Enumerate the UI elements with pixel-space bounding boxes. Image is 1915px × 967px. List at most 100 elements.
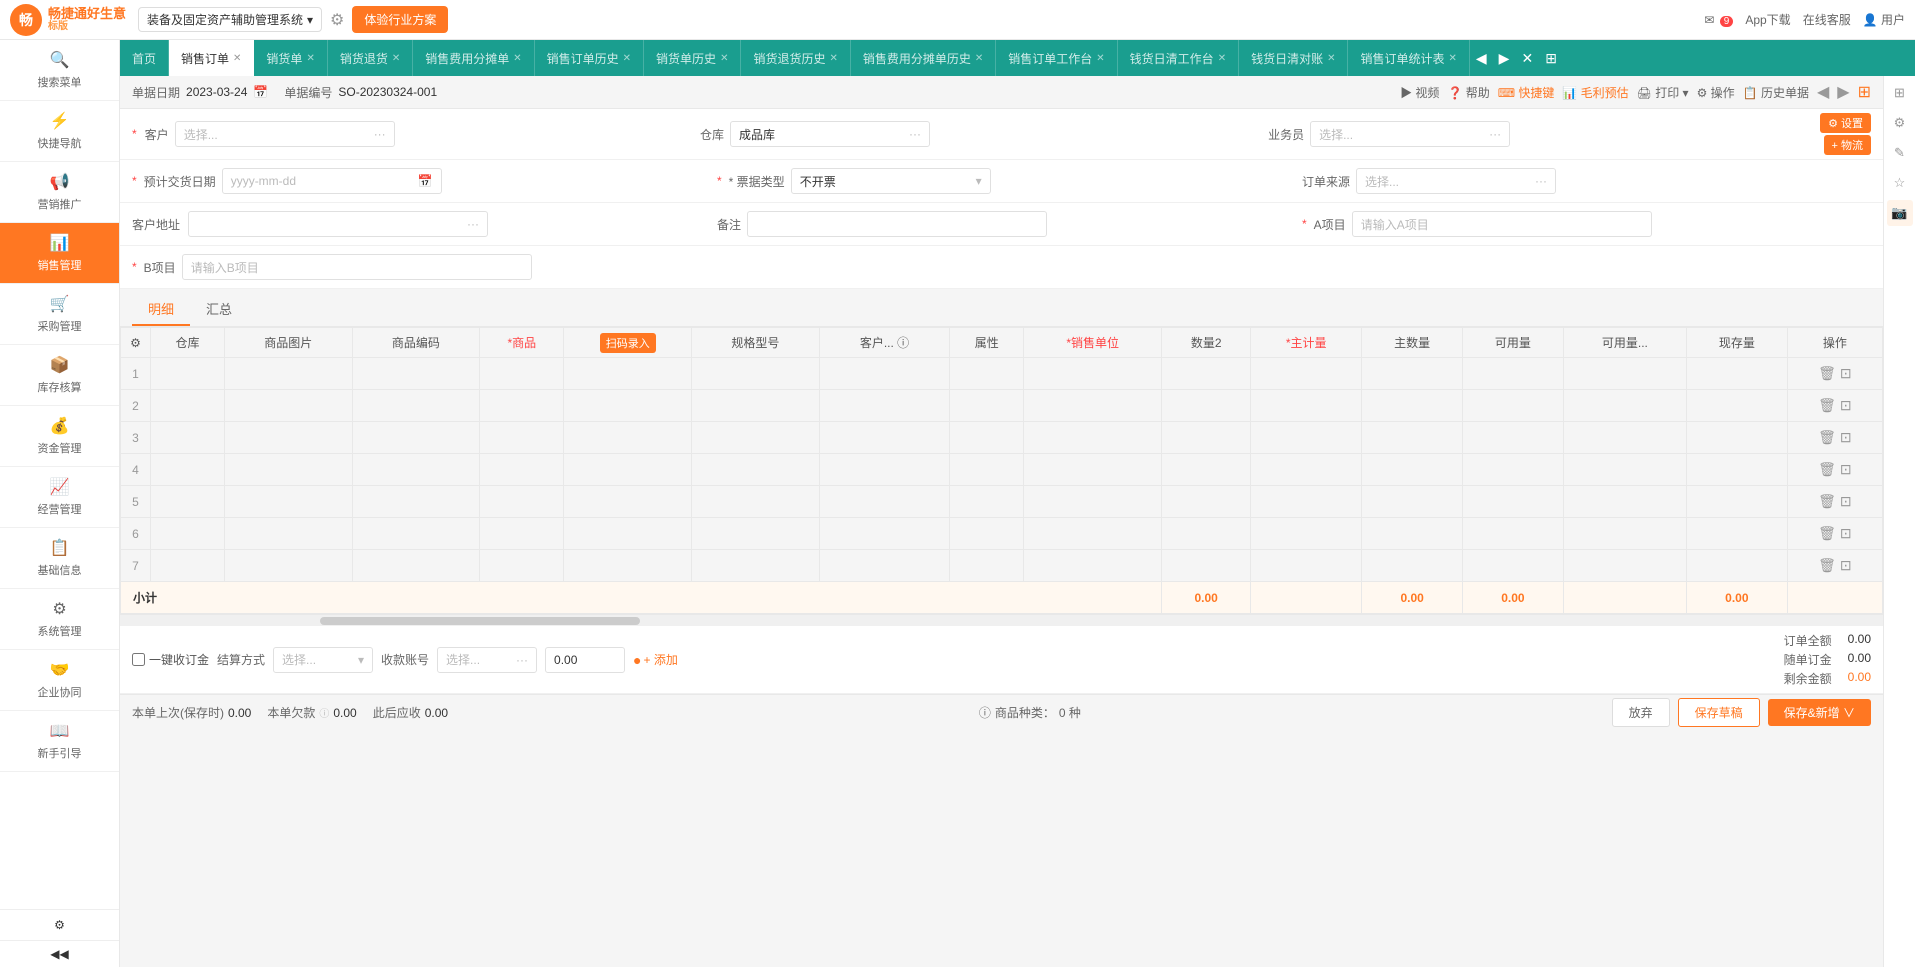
video-help-btn[interactable]: ▶ 视频 bbox=[1400, 84, 1439, 101]
sidebar-item-enterprise[interactable]: 🤝 企业协同 bbox=[0, 650, 119, 711]
view-toggle-expand[interactable]: ⊞ bbox=[1858, 82, 1871, 102]
tab-close-sales-return[interactable]: ✕ bbox=[392, 53, 400, 64]
payment-amount[interactable]: 0.00 bbox=[545, 647, 625, 673]
scan-btn[interactable]: 扫码录入 bbox=[600, 333, 656, 353]
number-value[interactable]: SO-20230324-001 bbox=[338, 85, 437, 99]
customer-address-input[interactable]: ··· bbox=[188, 211, 488, 237]
history-btn[interactable]: 📋 历史单据 bbox=[1743, 84, 1809, 101]
tab-close-workbench[interactable]: ✕ bbox=[1096, 53, 1104, 64]
order-source-input[interactable]: 选择... ··· bbox=[1356, 168, 1556, 194]
sidebar-item-finance[interactable]: 💰 资金管理 bbox=[0, 406, 119, 467]
tab-sales-expense[interactable]: 销售费用分摊单 ✕ bbox=[413, 40, 534, 76]
print-btn[interactable]: 🖨 打印 ▾ bbox=[1637, 84, 1689, 101]
message-icon[interactable]: ✉ 9 bbox=[1704, 13, 1733, 27]
settings-icon[interactable]: ⚙ bbox=[330, 10, 344, 30]
tab-sales-slip-history[interactable]: 销货单历史 ✕ bbox=[644, 40, 741, 76]
row-1-product[interactable] bbox=[480, 358, 564, 390]
row-2-copy-btn[interactable]: ⊡ bbox=[1840, 397, 1852, 414]
tab-expense-history[interactable]: 销售费用分摊单历史 ✕ bbox=[851, 40, 996, 76]
sidebar-item-marketing[interactable]: 📢 营销推广 bbox=[0, 162, 119, 223]
quick-deposit-checkbox[interactable]: 一键收订金 bbox=[132, 651, 209, 668]
right-edit-btn[interactable]: ✎ bbox=[1887, 140, 1913, 166]
sidebar-item-purchase[interactable]: 🛒 采购管理 bbox=[0, 284, 119, 345]
row-4-delete-btn[interactable]: 🗑 bbox=[1818, 461, 1836, 478]
row-1-unit[interactable] bbox=[1024, 358, 1162, 390]
tab-close-sales-slip-history[interactable]: ✕ bbox=[720, 53, 728, 64]
settle-select[interactable]: 选择... ▾ bbox=[273, 647, 373, 673]
row-1-main-qty[interactable] bbox=[1362, 358, 1463, 390]
row-1-scan[interactable] bbox=[564, 358, 692, 390]
tab-close-sales-order-history[interactable]: ✕ bbox=[623, 53, 631, 64]
b-project-input[interactable]: 请输入B项目 bbox=[182, 254, 532, 280]
tab-sales-slip[interactable]: 销货单 ✕ bbox=[254, 40, 327, 76]
tab-summary[interactable]: 汇总 bbox=[190, 293, 248, 326]
operations-btn[interactable]: ⚙ 操作 bbox=[1697, 84, 1735, 101]
row-6-delete-btn[interactable]: 🗑 bbox=[1818, 525, 1836, 542]
discard-button[interactable]: 放弃 bbox=[1612, 698, 1670, 727]
view-toggle-list[interactable]: ◀ bbox=[1817, 82, 1829, 102]
settings-orange-btn[interactable]: ⚙ 设置 bbox=[1820, 113, 1871, 133]
right-expand-btn[interactable]: ⊞ bbox=[1887, 80, 1913, 106]
tab-reconcile[interactable]: 钱货日清对账 ✕ bbox=[1239, 40, 1348, 76]
tab-daily-clear[interactable]: 钱货日清工作台 ✕ bbox=[1118, 40, 1239, 76]
account-select[interactable]: 选择... ··· bbox=[437, 647, 537, 673]
salesperson-input[interactable]: 选择... ··· bbox=[1310, 121, 1510, 147]
table-wrapper[interactable]: ⚙ 仓库 商品图片 商品编码 *商品 扫码录入 规格型号 客户... ⓘ 属性 … bbox=[120, 327, 1883, 614]
tab-next-btn[interactable]: ▶ bbox=[1493, 40, 1516, 76]
tab-detail[interactable]: 明细 bbox=[132, 293, 190, 326]
tab-close-daily-clear[interactable]: ✕ bbox=[1218, 53, 1226, 64]
help-btn[interactable]: ❓ 帮助 bbox=[1447, 84, 1489, 101]
note-input[interactable] bbox=[747, 211, 1047, 237]
row-1-customer-info[interactable] bbox=[819, 358, 950, 390]
right-camera-btn[interactable]: 📷 bbox=[1887, 200, 1913, 226]
row-1-copy-btn[interactable]: ⊡ bbox=[1840, 365, 1852, 382]
delivery-date-input[interactable]: yyyy-mm-dd 📅 bbox=[222, 168, 442, 194]
horizontal-scrollbar[interactable] bbox=[120, 614, 1883, 626]
app-download-link[interactable]: App下载 bbox=[1745, 11, 1790, 28]
tab-return-history[interactable]: 销货退货历史 ✕ bbox=[741, 40, 850, 76]
tab-sales-return[interactable]: 销货退货 ✕ bbox=[328, 40, 413, 76]
calendar-icon[interactable]: 📅 bbox=[253, 85, 268, 99]
row-6-copy-btn[interactable]: ⊡ bbox=[1840, 525, 1852, 542]
warehouse-input[interactable]: 成品库 ··· bbox=[730, 121, 930, 147]
scrollbar-thumb[interactable] bbox=[320, 617, 640, 625]
row-3-copy-btn[interactable]: ⊡ bbox=[1840, 429, 1852, 446]
sidebar-item-search[interactable]: 🔍 搜索菜单 bbox=[0, 40, 119, 101]
row-7-delete-btn[interactable]: 🗑 bbox=[1818, 557, 1836, 574]
app-selector[interactable]: 装备及固定资产辅助管理系统 ▾ bbox=[138, 7, 322, 32]
row-5-delete-btn[interactable]: 🗑 bbox=[1818, 493, 1836, 510]
row-4-copy-btn[interactable]: ⊡ bbox=[1840, 461, 1852, 478]
sidebar-collapse-btn[interactable]: ◀◀ bbox=[0, 940, 119, 967]
row-1-main-unit[interactable] bbox=[1251, 358, 1362, 390]
user-avatar[interactable]: 👤 用户 bbox=[1863, 11, 1905, 28]
row-1-image[interactable] bbox=[224, 358, 352, 390]
right-settings-btn[interactable]: ⚙ bbox=[1887, 110, 1913, 136]
a-project-input[interactable]: 请输入A项目 bbox=[1352, 211, 1652, 237]
row-1-available[interactable] bbox=[1463, 358, 1564, 390]
row-5-copy-btn[interactable]: ⊡ bbox=[1840, 493, 1852, 510]
row-2-delete-btn[interactable]: 🗑 bbox=[1818, 397, 1836, 414]
trial-button[interactable]: 体验行业方案 bbox=[352, 6, 448, 33]
col-settings[interactable]: ⚙ bbox=[121, 328, 151, 358]
tab-stats[interactable]: 销售订单统计表 ✕ bbox=[1348, 40, 1469, 76]
row-1-attr[interactable] bbox=[950, 358, 1024, 390]
invoice-type-select[interactable]: 不开票 ▾ bbox=[791, 168, 991, 194]
tab-close-all-btn[interactable]: ✕ bbox=[1515, 40, 1539, 76]
profit-btn[interactable]: 📊 毛利预估 bbox=[1562, 84, 1628, 101]
tab-close-return-history[interactable]: ✕ bbox=[829, 53, 837, 64]
tab-workbench[interactable]: 销售订单工作台 ✕ bbox=[996, 40, 1117, 76]
tab-more-btn[interactable]: ⊞ bbox=[1539, 40, 1563, 76]
sidebar-item-operations[interactable]: 📈 经营管理 bbox=[0, 467, 119, 528]
shortcut-btn[interactable]: ⌨ 快捷键 bbox=[1498, 84, 1555, 101]
tab-close-reconcile[interactable]: ✕ bbox=[1327, 53, 1335, 64]
sidebar-item-system[interactable]: ⚙ 系统管理 bbox=[0, 589, 119, 650]
right-star-btn[interactable]: ☆ bbox=[1887, 170, 1913, 196]
sidebar-item-inventory[interactable]: 📦 库存核算 bbox=[0, 345, 119, 406]
row-1-current-stock[interactable] bbox=[1686, 358, 1787, 390]
sidebar-item-base-info[interactable]: 📋 基础信息 bbox=[0, 528, 119, 589]
quick-deposit-input[interactable] bbox=[132, 653, 145, 666]
tab-home[interactable]: 首页 bbox=[120, 40, 169, 76]
tab-close-stats[interactable]: ✕ bbox=[1449, 53, 1457, 64]
sidebar-item-guide[interactable]: 📖 新手引导 bbox=[0, 711, 119, 772]
row-1-spec[interactable] bbox=[692, 358, 820, 390]
